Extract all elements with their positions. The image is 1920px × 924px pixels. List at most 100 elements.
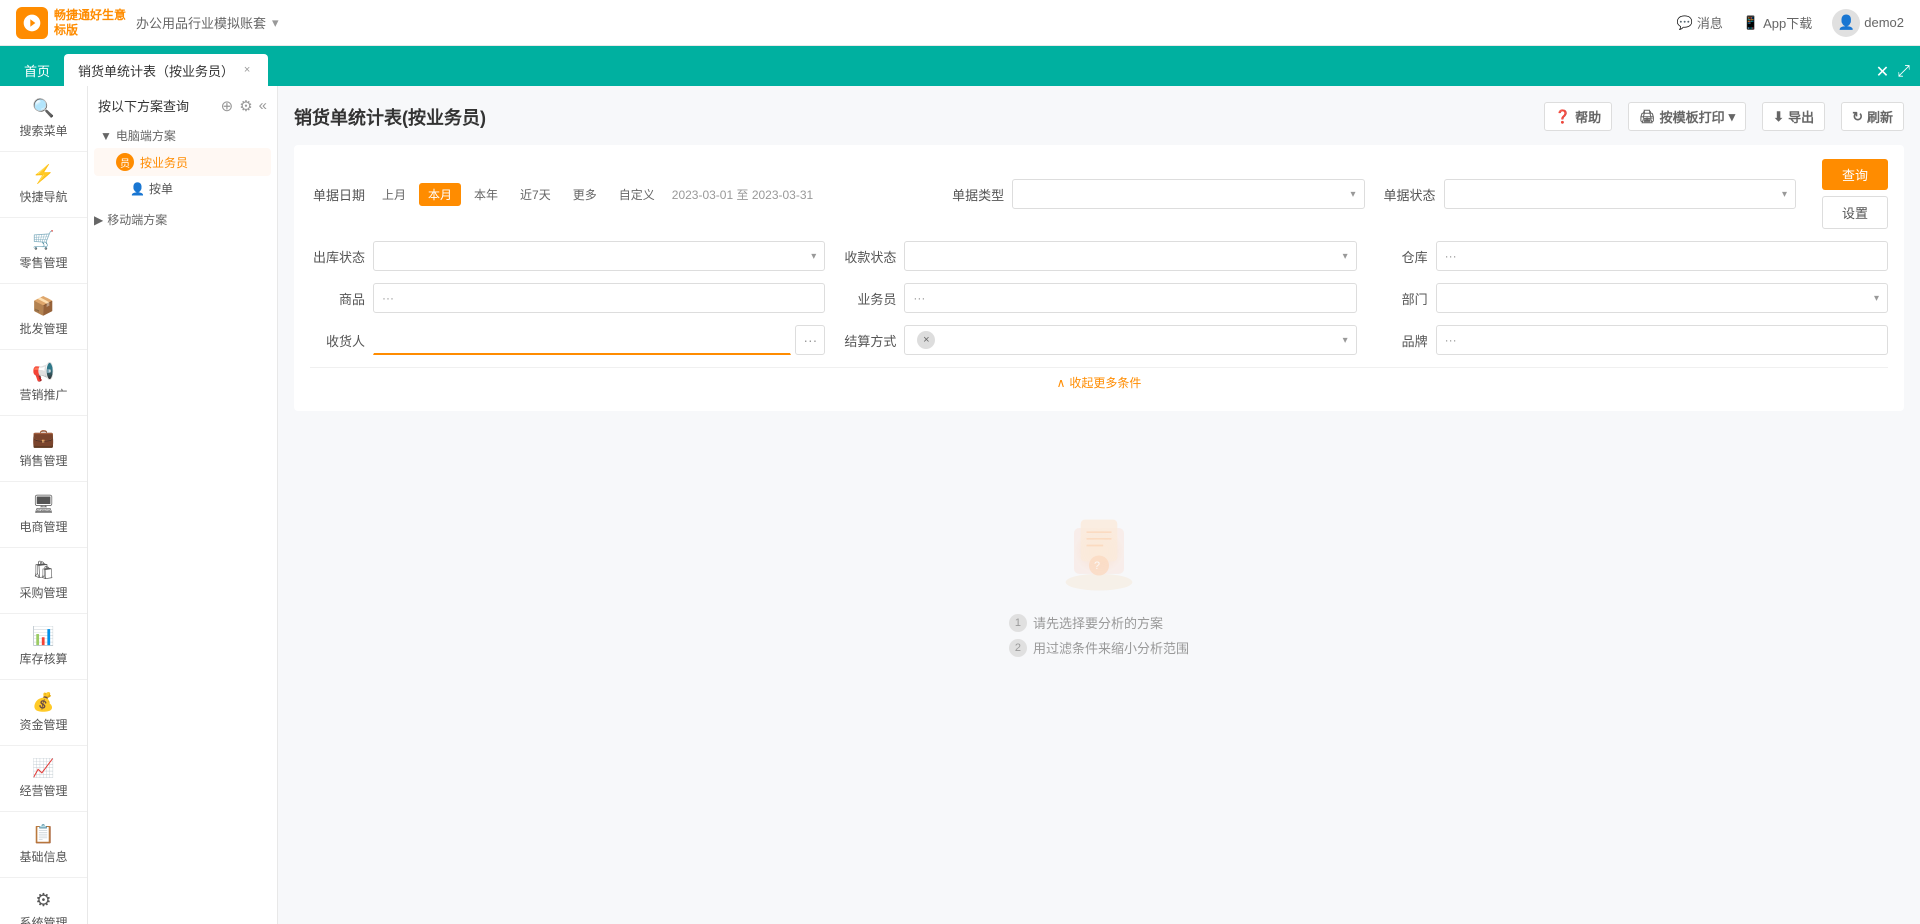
scheme-group-desktop-header[interactable]: ▼ 电脑端方案 [94, 123, 271, 148]
warehouse-select[interactable]: ··· [1436, 241, 1888, 271]
template-print-label: 按模板打印 [1660, 107, 1725, 126]
date-range-text: 2023-03-01 至 2023-03-31 [672, 186, 813, 203]
empty-tip-1: 1 请先选择要分析的方案 [1009, 613, 1189, 632]
payment-tag-close[interactable]: × [917, 331, 935, 349]
date-filter-control: 上月 本月 本年 近7天 更多 自定义 2023-03-01 至 2023-03… [373, 183, 933, 206]
group-collapse-icon: ▼ [100, 129, 112, 143]
department-select[interactable]: ▾ [1436, 283, 1888, 313]
filter-brand: 品牌 ··· [1373, 325, 1888, 355]
user-item[interactable]: 👤 demo2 [1832, 9, 1904, 37]
filter-receipt-status: 收款状态 ▾ [841, 241, 1356, 271]
search-icon: 🔍 [32, 98, 54, 119]
receipt-status-chevron: ▾ [1343, 251, 1348, 262]
date-tab-custom[interactable]: 自定义 [610, 183, 664, 206]
wholesale-icon: 📦 [32, 296, 54, 317]
sidebar-item-inventory-label: 库存核算 [19, 650, 67, 667]
query-button[interactable]: 查询 [1822, 159, 1888, 190]
doc-status-select[interactable]: ▾ [1444, 179, 1796, 209]
print-dropdown-icon: ▾ [1729, 109, 1736, 125]
sidebar-item-search-label: 搜索菜单 [19, 122, 67, 139]
doc-status-chevron: ▾ [1782, 189, 1787, 200]
tip-num-2: 2 [1009, 639, 1027, 657]
help-button[interactable]: ❓ 帮助 [1544, 102, 1612, 131]
collapse-button[interactable]: ∧ 收起更多条件 [310, 367, 1888, 397]
sidebar-item-basic[interactable]: 📋 基础信息 [0, 812, 87, 878]
receipt-status-control: ▾ [904, 241, 1356, 271]
out-status-select[interactable]: ▾ [373, 241, 825, 271]
filter-out-status: 出库状态 ▾ [310, 241, 825, 271]
sidebar-item-shortcuts[interactable]: ⚡ 快捷导航 [0, 152, 87, 218]
message-item[interactable]: 💬 消息 [1677, 13, 1723, 32]
tabbar-actions: ✕ ⤢ [1876, 62, 1910, 86]
username-label: demo2 [1864, 15, 1904, 30]
date-tab-this-year[interactable]: 本年 [465, 183, 507, 206]
sidebar-item-retail[interactable]: 🛒 零售管理 [0, 218, 87, 284]
goods-select[interactable]: ··· [373, 283, 825, 313]
sidebar-item-finance-label: 资金管理 [19, 716, 67, 733]
sidebar-item-retail-label: 零售管理 [19, 254, 67, 271]
scheme-item-by-salesperson[interactable]: 员 按业务员 [94, 148, 271, 176]
sidebar-item-sales[interactable]: 💼 销售管理 [0, 416, 87, 482]
date-tab-last-month[interactable]: 上月 [373, 183, 415, 206]
refresh-label: 刷新 [1867, 107, 1893, 126]
left-panel: 按以下方案查询 ⊕ ⚙ « ▼ 电脑端方案 员 按业务员 👤 [88, 86, 278, 924]
sidebar-item-finance[interactable]: 💰 资金管理 [0, 680, 87, 746]
recipient-input[interactable] [373, 325, 791, 355]
brand-select[interactable]: ··· [1436, 325, 1888, 355]
tab-sales-report[interactable]: 销货单统计表（按业务员） × [64, 54, 268, 86]
help-icon: ❓ [1555, 109, 1571, 125]
sidebar-item-ecommerce[interactable]: 🖥 电商管理 [0, 482, 87, 548]
sidebar-item-shortcuts-label: 快捷导航 [19, 188, 67, 205]
app-download-item[interactable]: 📱 App下载 [1743, 13, 1812, 32]
template-print-button[interactable]: 🖨 按模板打印 ▾ [1628, 102, 1746, 131]
doc-type-label: 单据类型 [949, 185, 1004, 204]
refresh-button[interactable]: ↻ 刷新 [1841, 102, 1904, 131]
tip-num-1: 1 [1009, 614, 1027, 632]
date-tab-more[interactable]: 更多 [564, 183, 606, 206]
page-title-actions: ❓ 帮助 🖨 按模板打印 ▾ ⬇ 导出 ↻ [1544, 102, 1904, 131]
department-control: ▾ [1436, 283, 1888, 313]
breadcrumb[interactable]: 办公用品行业模拟账套 ▾ [136, 13, 279, 32]
tab-close-icon[interactable]: × [240, 63, 254, 77]
panel-header-actions: ⊕ ⚙ « [221, 97, 267, 115]
payment-method-select[interactable]: × ▾ [904, 325, 1356, 355]
export-button[interactable]: ⬇ 导出 [1762, 102, 1825, 131]
tip-text-1: 请先选择要分析的方案 [1033, 613, 1163, 632]
sidebar-item-purchase[interactable]: 🛍 采购管理 [0, 548, 87, 614]
sidebar-item-search[interactable]: 🔍 搜索菜单 [0, 86, 87, 152]
department-chevron: ▾ [1874, 293, 1879, 304]
page-title: 销货单统计表(按业务员) [294, 104, 486, 130]
settings-scheme-icon[interactable]: ⚙ [239, 97, 252, 115]
tab-close-all-icon[interactable]: ✕ [1876, 62, 1889, 82]
brand-label: 品牌 [1373, 331, 1428, 350]
sidebar-item-operations-label: 经营管理 [19, 782, 67, 799]
sidebar-item-inventory[interactable]: 📊 库存核算 [0, 614, 87, 680]
salesperson-dots: ··· [913, 291, 925, 305]
date-tab-last-7[interactable]: 近7天 [511, 183, 560, 206]
doc-type-select[interactable]: ▾ [1012, 179, 1364, 209]
app-download-label: App下载 [1763, 13, 1812, 32]
receipt-status-select[interactable]: ▾ [904, 241, 1356, 271]
tab-expand-icon[interactable]: ⤢ [1897, 63, 1910, 81]
date-tab-this-month[interactable]: 本月 [419, 183, 461, 206]
scheme-group-mobile-header[interactable]: ▶ 移动端方案 [88, 207, 277, 232]
tab-home[interactable]: 首页 [10, 54, 64, 86]
collapse-panel-icon[interactable]: « [259, 97, 267, 115]
add-scheme-icon[interactable]: ⊕ [221, 97, 234, 115]
sidebar-item-operations[interactable]: 📈 经营管理 [0, 746, 87, 812]
sidebar-item-system[interactable]: ⚙ 系统管理 [0, 878, 87, 924]
recipient-dots-btn[interactable]: ··· [795, 325, 825, 355]
scheme-active-dot: 员 [116, 153, 134, 171]
sidebar-item-marketing[interactable]: 📢 营销推广 [0, 350, 87, 416]
breadcrumb-text: 办公用品行业模拟账套 [136, 13, 266, 32]
breadcrumb-dropdown-icon[interactable]: ▾ [272, 15, 279, 31]
topbar-left: 畅捷通好生意 标版 办公用品行业模拟账套 ▾ [16, 7, 279, 39]
inventory-icon: 📊 [32, 626, 54, 647]
filter-department: 部门 ▾ [1373, 283, 1888, 313]
avatar: 👤 [1832, 9, 1860, 37]
sidebar-item-wholesale[interactable]: 📦 批发管理 [0, 284, 87, 350]
scheme-item-by-order[interactable]: 👤 按单 [94, 176, 271, 201]
settings-button[interactable]: 设置 [1822, 196, 1888, 229]
filter-date: 单据日期 上月 本月 本年 近7天 更多 自定义 20 [310, 183, 933, 206]
salesperson-select[interactable]: ··· [904, 283, 1356, 313]
